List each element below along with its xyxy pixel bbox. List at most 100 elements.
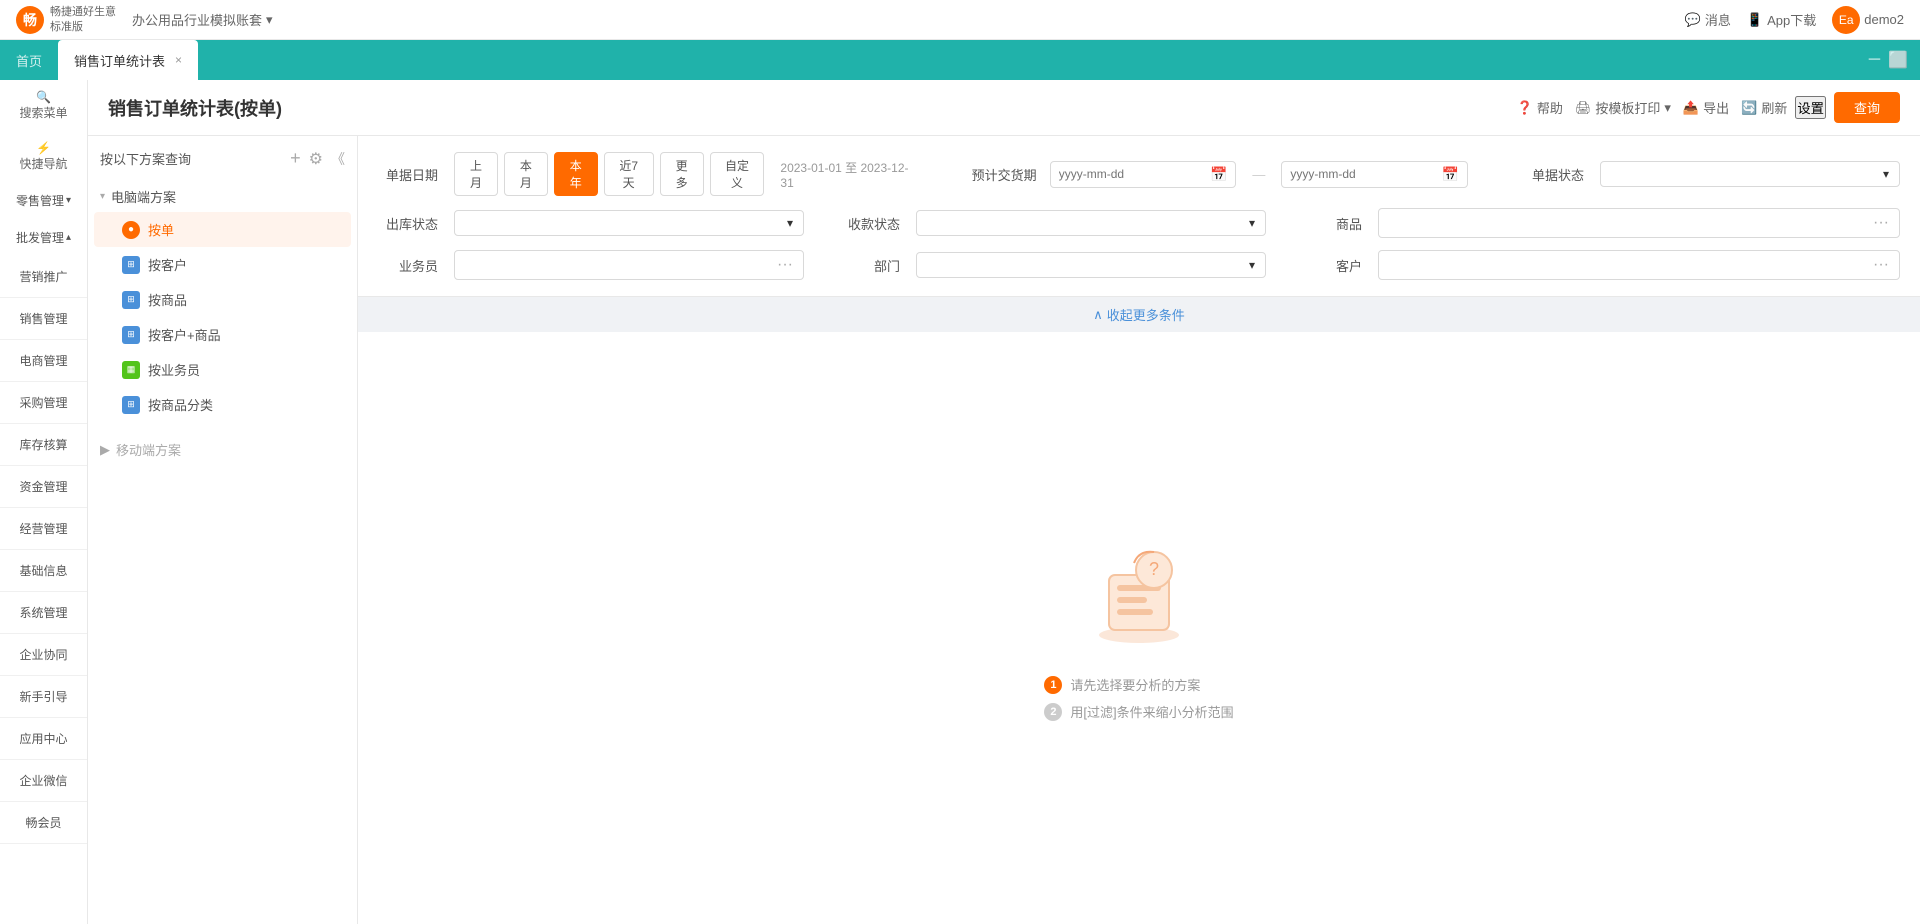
salesperson-label: 业务员 [378, 256, 438, 275]
date-btn-curr-month[interactable]: 本月 [504, 152, 548, 196]
setting-button[interactable]: 设置 [1795, 96, 1826, 119]
goods-label: 商品 [1302, 214, 1362, 233]
refresh-button[interactable]: 🔄 刷新 [1741, 98, 1787, 117]
main-layout: 🔍 搜索菜单 ⚡ 快捷导航 零售管理 ▾ 批发管理 ▴ 营销推广 销售管理 电商… [0, 80, 1920, 924]
export-button[interactable]: 📤 导出 [1683, 98, 1729, 117]
sidebar-item-marketing[interactable]: 营销推广 [0, 256, 87, 298]
salesperson-dots[interactable]: ··· [777, 256, 793, 274]
sidebar-item-enterprise-collab[interactable]: 企业协同 [0, 634, 87, 676]
panel-item-by-order[interactable]: ● 按单 [94, 212, 351, 247]
panel-add-icon[interactable]: + [290, 148, 301, 169]
sidebar-item-app-center[interactable]: 应用中心 [0, 718, 87, 760]
sidebar-item-wholesale[interactable]: 批发管理 ▴ [0, 219, 87, 256]
step-2-num: 2 [1044, 703, 1062, 721]
sidebar-search[interactable]: 🔍 搜索菜单 [0, 80, 87, 131]
mobile-scheme-title[interactable]: ▶ 移动端方案 [88, 434, 357, 465]
panel-item-by-customer-goods[interactable]: ⊞ 按客户+商品 [94, 317, 351, 352]
expected-date-to[interactable]: 📅 [1281, 161, 1468, 188]
sidebar-item-inventory[interactable]: 库存核算 [0, 424, 87, 466]
salesperson-select[interactable]: ··· [454, 250, 804, 280]
left-panel: 按以下方案查询 + ⚙ 《 ▾ 电脑端方案 ● 按单 [88, 136, 358, 924]
sidebar-item-vip[interactable]: 畅会员 [0, 802, 87, 844]
sidebar-item-sales[interactable]: 销售管理 [0, 298, 87, 340]
date-btn-more[interactable]: 更多 [660, 152, 704, 196]
minimize-icon[interactable]: ─ [1869, 51, 1880, 69]
quicknav-icon: ⚡ [8, 141, 79, 155]
sidebar-item-ecommerce[interactable]: 电商管理 [0, 340, 87, 382]
by-customer-icon: ⊞ [122, 256, 140, 274]
empty-state: ? 1 请先选择要分析的方案 2 用[过滤]条件来缩小分析范围 [358, 332, 1920, 924]
panel-title: 按以下方案查询 [100, 149, 191, 168]
by-order-icon: ● [122, 221, 140, 239]
date-range-display: 2023-01-01 至 2023-12-31 [780, 159, 915, 190]
sidebar-item-newbie[interactable]: 新手引导 [0, 676, 87, 718]
expected-date-to-input[interactable] [1290, 167, 1437, 181]
sidebar: 🔍 搜索菜单 ⚡ 快捷导航 零售管理 ▾ 批发管理 ▴ 营销推广 销售管理 电商… [0, 80, 88, 924]
message-button[interactable]: 💬 消息 [1685, 10, 1731, 29]
expected-date-label: 预计交货期 [972, 165, 1034, 184]
help-icon: ❓ [1517, 100, 1533, 116]
status-select[interactable]: ▾ [1600, 161, 1900, 187]
collapse-icon: ∧ [1093, 307, 1103, 323]
content-area: 销售订单统计表(按单) ❓ 帮助 🖨 按模板打印 ▾ 📤 导出 [88, 80, 1920, 924]
by-goods-icon: ⊞ [122, 291, 140, 309]
payment-dropdown-icon: ▾ [1249, 216, 1255, 230]
department-label: 部门 [840, 256, 900, 275]
collapse-button[interactable]: ∧ 收起更多条件 [1093, 305, 1185, 324]
panel-item-by-customer[interactable]: ⊞ 按客户 [94, 247, 351, 282]
date-btn-7days[interactable]: 近7天 [604, 152, 654, 196]
mobile-scheme-arrow: ▶ [100, 442, 110, 458]
panel-item-by-category[interactable]: ⊞ 按商品分类 [94, 387, 351, 422]
panel-item-by-goods[interactable]: ⊞ 按商品 [94, 282, 351, 317]
sidebar-item-enterprise-wechat[interactable]: 企业微信 [0, 760, 87, 802]
payment-select[interactable]: ▾ [916, 210, 1266, 236]
sidebar-item-basic-info[interactable]: 基础信息 [0, 550, 87, 592]
sidebar-item-system[interactable]: 系统管理 [0, 592, 87, 634]
maximize-icon[interactable]: ⬜ [1888, 50, 1908, 70]
help-button[interactable]: ❓ 帮助 [1517, 98, 1563, 117]
expected-date-from[interactable]: 📅 [1050, 161, 1237, 188]
sidebar-item-finance[interactable]: 资金管理 [0, 466, 87, 508]
expected-date-from-input[interactable] [1059, 167, 1206, 181]
panel-collapse-icon[interactable]: 《 [331, 149, 345, 169]
by-category-icon: ⊞ [122, 396, 140, 414]
tab-sales-order-stats[interactable]: 销售订单统计表 × [58, 40, 198, 80]
cal-to-icon[interactable]: 📅 [1442, 166, 1459, 183]
customer-dots[interactable]: ··· [1873, 256, 1889, 274]
export-icon: 📤 [1683, 100, 1699, 116]
date-label: 单据日期 [378, 165, 438, 184]
panel-item-by-salesperson[interactable]: ▦ 按业务员 [94, 352, 351, 387]
tab-close-icon[interactable]: × [175, 53, 182, 67]
print-button[interactable]: 🖨 按模板打印 ▾ [1575, 98, 1671, 117]
split-layout: 按以下方案查询 + ⚙ 《 ▾ 电脑端方案 ● 按单 [88, 136, 1920, 924]
date-button-group: 上月 本月 本年 近7天 更多 自定义 [454, 152, 764, 196]
date-btn-year[interactable]: 本年 [554, 152, 598, 196]
tab-home[interactable]: 首页 [0, 40, 58, 80]
query-button[interactable]: 查询 [1834, 92, 1900, 123]
cal-from-icon[interactable]: 📅 [1210, 166, 1227, 183]
app-selector[interactable]: 办公用品行业模拟账套 ▾ [124, 10, 281, 29]
date-btn-custom[interactable]: 自定义 [710, 152, 765, 196]
page-title: 销售订单统计表(按单) [108, 95, 282, 121]
refresh-icon: 🔄 [1741, 100, 1757, 116]
sidebar-quicknav[interactable]: ⚡ 快捷导航 [0, 131, 87, 182]
top-bar-right: 💬 消息 📱 App下载 Ea demo2 [1685, 6, 1904, 34]
department-select[interactable]: ▾ [916, 252, 1266, 278]
customer-select[interactable]: ··· [1378, 250, 1900, 280]
app-download-button[interactable]: 📱 App下载 [1747, 10, 1816, 29]
pc-scheme-arrow: ▾ [100, 191, 105, 202]
date-btn-prev-month[interactable]: 上月 [454, 152, 498, 196]
empty-illustration: ? [1079, 535, 1199, 655]
status-dropdown-icon: ▾ [1883, 167, 1889, 181]
filter-section: 单据日期 上月 本月 本年 近7天 更多 自定义 2023-01-01 至 20… [358, 136, 1920, 297]
sidebar-item-retail[interactable]: 零售管理 ▾ [0, 182, 87, 219]
goods-dots[interactable]: ··· [1873, 214, 1889, 232]
panel-settings-icon[interactable]: ⚙ [309, 149, 323, 169]
pc-scheme-title[interactable]: ▾ 电脑端方案 [88, 181, 357, 212]
user-profile[interactable]: Ea demo2 [1832, 6, 1904, 34]
delivery-select[interactable]: ▾ [454, 210, 804, 236]
sidebar-item-operations[interactable]: 经营管理 [0, 508, 87, 550]
empty-steps: 1 请先选择要分析的方案 2 用[过滤]条件来缩小分析范围 [1044, 675, 1233, 721]
sidebar-item-purchase[interactable]: 采购管理 [0, 382, 87, 424]
goods-select[interactable]: ··· [1378, 208, 1900, 238]
